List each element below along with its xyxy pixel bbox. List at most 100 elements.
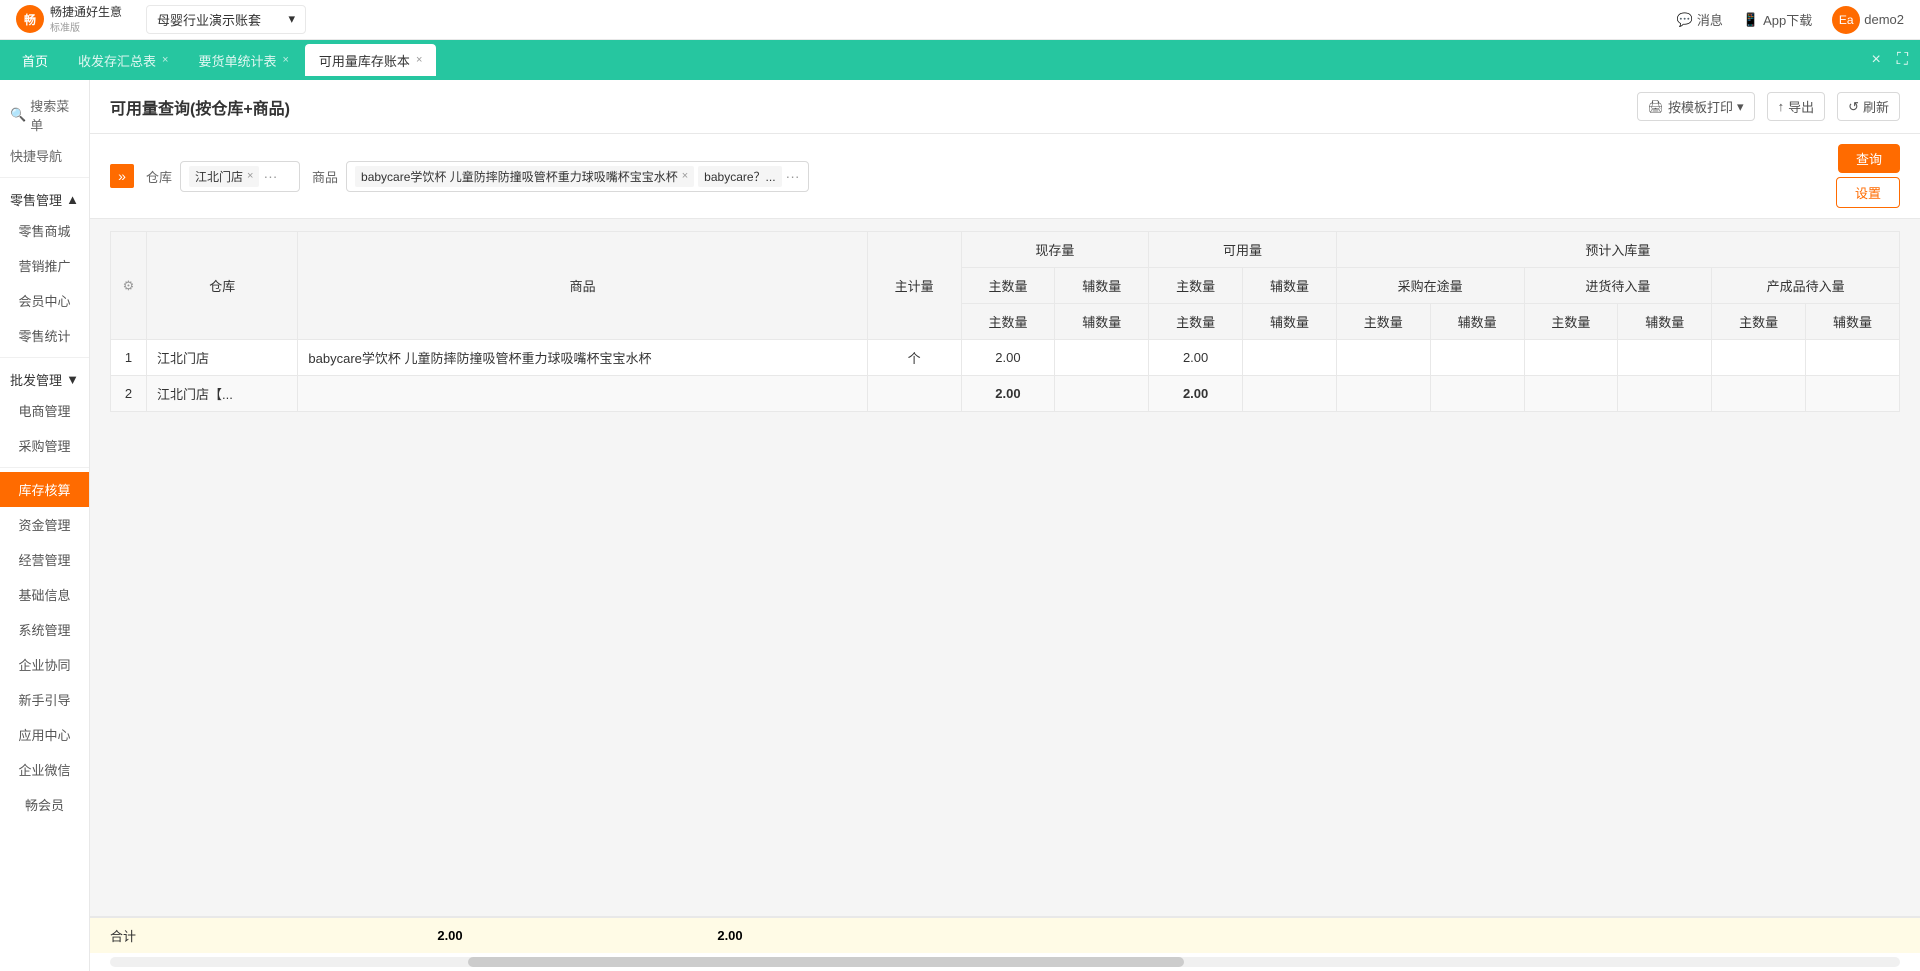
phone-icon: 📱: [1743, 12, 1759, 28]
sidebar-item-system-mgmt[interactable]: 系统管理: [0, 612, 89, 647]
scrollbar-thumb[interactable]: [468, 957, 1184, 967]
product-pending-group-header: 产成品待入量: [1712, 268, 1900, 304]
sidebar-item-app-center[interactable]: 应用中心: [0, 717, 89, 752]
sidebar-item-operations[interactable]: 经营管理: [0, 542, 89, 577]
tab-receive-summary[interactable]: 收发存汇总表 ×: [64, 44, 182, 76]
close-available-stock-icon[interactable]: ×: [416, 54, 422, 66]
pp-sub-qty-header: 辅数量: [1618, 304, 1712, 340]
row-warehouse-1: 江北门店: [147, 340, 298, 376]
sidebar-item-wholesale-mgmt[interactable]: 批发管理 ▼: [0, 362, 89, 393]
chevron-down-icon: ▾: [288, 11, 295, 27]
goods-tag-1: babycare学饮杯 儿童防摔防撞吸管杯重力球吸嘴杯宝宝水杯 ×: [355, 166, 694, 187]
top-bar-left: 畅 畅捷通好生意 标准版 母婴行业演示账套 ▾: [16, 5, 306, 34]
group-pp-sub: [1618, 376, 1712, 412]
close-order-summary-icon[interactable]: ×: [282, 54, 288, 66]
group-unit: [867, 376, 961, 412]
sidebar-item-enterprise-wechat[interactable]: 企业微信: [0, 752, 89, 787]
goods-more-icon[interactable]: ···: [786, 168, 800, 184]
sidebar-item-retail-stats[interactable]: 零售统计: [0, 318, 89, 353]
sidebar-item-member-center[interactable]: 会员中心: [0, 283, 89, 318]
tab-home[interactable]: 首页: [8, 44, 62, 76]
warehouse-input[interactable]: 江北门店 × ···: [180, 161, 300, 192]
row-available-sub-qty-1: [1243, 340, 1337, 376]
current-main-qty-sub-header: 主数量: [961, 304, 1055, 340]
row-prp-main-1: [1712, 340, 1806, 376]
filter-expand-button[interactable]: »: [110, 164, 134, 188]
available-stock-label: 可用量库存账本: [319, 51, 410, 70]
sidebar-item-basic-info[interactable]: 基础信息: [0, 577, 89, 612]
sidebar-search[interactable]: 🔍 搜索菜单: [0, 88, 89, 142]
warehouse-col-header: 仓库: [147, 232, 298, 340]
sidebar-item-ecommerce[interactable]: 电商管理: [0, 393, 89, 428]
row-current-sub-qty-1: [1055, 340, 1149, 376]
logo-area: 畅 畅捷通好生意 标准版: [16, 5, 122, 34]
home-tab-label: 首页: [22, 51, 48, 70]
group-goods: [298, 376, 867, 412]
sidebar-item-member[interactable]: 畅会员: [0, 787, 89, 822]
horizontal-scrollbar[interactable]: [110, 957, 1900, 967]
page-title: 可用量查询(按仓库+商品): [110, 95, 290, 131]
table-container[interactable]: ⚙ 仓库 商品 主计量 现存量 可用量 预计入库量 主数量 辅数量 主数量 辅数…: [90, 219, 1920, 916]
main-unit-col-header: 主计量: [867, 232, 961, 340]
content-area: 可用量查询(按仓库+商品) 🖨 按模板打印 ▾ ↑ 导出 ↺ 刷新: [90, 80, 1920, 971]
sidebar-item-enterprise-collab[interactable]: 企业协同: [0, 647, 89, 682]
available-main-qty-header: 主数量: [1149, 268, 1243, 304]
row-goods-1: babycare学饮杯 儿童防摔防撞吸管杯重力球吸嘴杯宝宝水杯: [298, 340, 867, 376]
current-sub-qty-sub-header: 辅数量: [1055, 304, 1149, 340]
available-group-header: 可用量: [1149, 232, 1337, 268]
row-pp-main-1: [1524, 340, 1618, 376]
goods-tag-1-close[interactable]: ×: [682, 170, 688, 182]
user-profile[interactable]: Ea demo2: [1832, 6, 1904, 34]
sidebar-item-inventory-check[interactable]: 库存核算: [0, 472, 89, 507]
top-bar-right: 💬 消息 📱 App下载 Ea demo2: [1677, 6, 1904, 34]
group-prp-main: [1712, 376, 1806, 412]
sidebar-divider-3: [0, 467, 89, 468]
data-table: ⚙ 仓库 商品 主计量 现存量 可用量 预计入库量 主数量 辅数量 主数量 辅数…: [110, 231, 1900, 412]
goods-input[interactable]: babycare学饮杯 儿童防摔防撞吸管杯重力球吸嘴杯宝宝水杯 × babyca…: [346, 161, 809, 192]
print-icon: 🖨: [1648, 99, 1665, 115]
close-receive-summary-icon[interactable]: ×: [162, 54, 168, 66]
tab-order-summary[interactable]: 要货单统计表 ×: [184, 44, 302, 76]
table-settings-icon[interactable]: ⚙: [123, 278, 135, 293]
available-sub-qty-sub-header: 辅数量: [1243, 304, 1337, 340]
available-sub-qty-header: 辅数量: [1243, 268, 1337, 304]
row-pt-main-1: [1336, 340, 1430, 376]
export-button[interactable]: ↑ 导出: [1767, 92, 1826, 121]
bottom-area: 合计 2.00 2.00: [90, 916, 1920, 971]
filter-settings-button[interactable]: 设置: [1836, 177, 1900, 208]
sidebar-item-purchase-mgmt[interactable]: 采购管理: [0, 428, 89, 463]
template-print-button[interactable]: 🖨 按模板打印 ▾: [1637, 92, 1755, 121]
sidebar-item-retail-mgmt[interactable]: 零售管理 ▲: [0, 182, 89, 213]
goods-filter-group: 商品 babycare学饮杯 儿童防摔防撞吸管杯重力球吸嘴杯宝宝水杯 × bab…: [312, 161, 809, 192]
settings-col-header: ⚙: [111, 232, 147, 340]
top-bar: 畅 畅捷通好生意 标准版 母婴行业演示账套 ▾ 💬 消息 📱 App下载 Ea …: [0, 0, 1920, 40]
query-button[interactable]: 查询: [1838, 144, 1900, 173]
message-button[interactable]: 💬 消息: [1677, 10, 1723, 29]
warehouse-tag-close[interactable]: ×: [247, 170, 253, 182]
group-pt-main: [1336, 376, 1430, 412]
group-current-sub-qty: [1055, 376, 1149, 412]
pt-main-qty-header: 主数量: [1336, 304, 1430, 340]
fullscreen-button[interactable]: ⛶: [1893, 47, 1912, 73]
table-row: 1 江北门店 babycare学饮杯 儿童防摔防撞吸管杯重力球吸嘴杯宝宝水杯 个…: [111, 340, 1900, 376]
industry-selector[interactable]: 母婴行业演示账套 ▾: [146, 5, 306, 34]
sidebar-quick-nav[interactable]: 快捷导航: [0, 142, 89, 169]
sidebar-item-finance[interactable]: 资金管理: [0, 507, 89, 542]
sidebar-item-retail-mall[interactable]: 零售商城: [0, 213, 89, 248]
close-all-button[interactable]: ×: [1867, 47, 1884, 73]
warehouse-more-icon[interactable]: ···: [263, 168, 277, 184]
sidebar: 🔍 搜索菜单 快捷导航 零售管理 ▲ 零售商城 营销推广 会员中心 零售统计 批…: [0, 80, 90, 971]
app-download-button[interactable]: 📱 App下载: [1743, 10, 1812, 29]
row-index-1: 1: [111, 340, 147, 376]
goods-tag-2: babycare？...: [698, 166, 781, 187]
logo-subtitle: 标准版: [50, 19, 122, 34]
tab-available-stock[interactable]: 可用量库存账本 ×: [305, 44, 436, 76]
footer-available-qty: 2.00: [590, 928, 870, 943]
sidebar-item-new-guide[interactable]: 新手引导: [0, 682, 89, 717]
warehouse-filter-group: 仓库 江北门店 × ···: [146, 161, 300, 192]
prp-sub-qty-header: 辅数量: [1806, 304, 1900, 340]
footer-label: 合计: [110, 926, 310, 945]
refresh-button[interactable]: ↺ 刷新: [1837, 92, 1900, 121]
sidebar-item-marketing[interactable]: 营销推广: [0, 248, 89, 283]
row-unit-1: 个: [867, 340, 961, 376]
